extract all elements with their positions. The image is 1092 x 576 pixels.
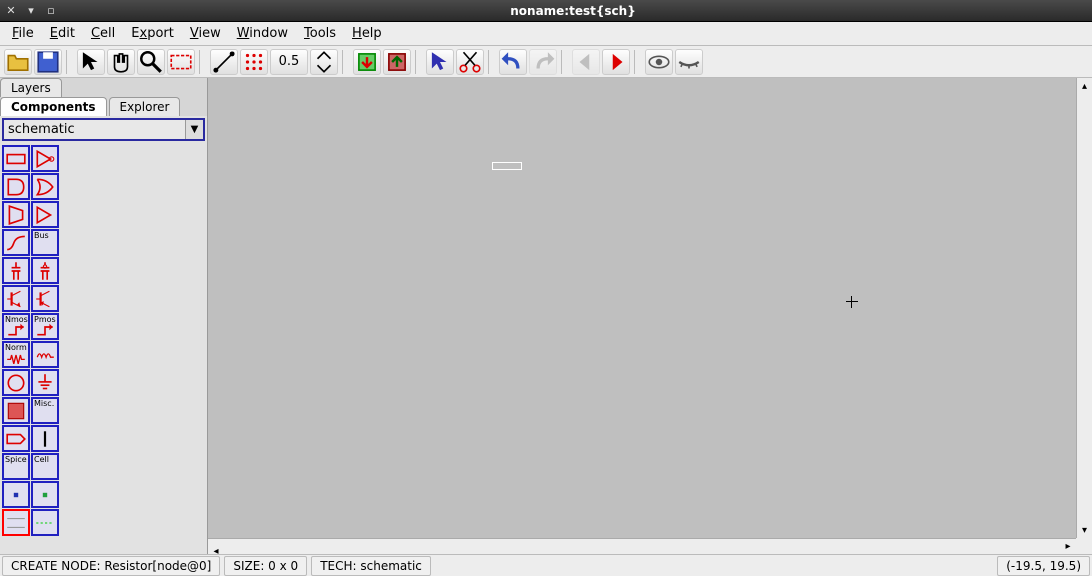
measure-tool-icon[interactable] bbox=[210, 49, 238, 75]
palette-mux[interactable] bbox=[2, 201, 30, 228]
palette-offpage[interactable] bbox=[2, 425, 30, 452]
toolbar: 0.5 bbox=[0, 46, 1092, 78]
side-panel: Layers Components Explorer ▼ Bus Nmos Pm… bbox=[0, 78, 208, 554]
horizontal-scrollbar[interactable]: ◂ ▸ bbox=[208, 538, 1076, 554]
canvas-wrap: ▴ ▾ ◂ ▸ bbox=[208, 78, 1092, 554]
menu-cell[interactable]: Cell bbox=[83, 24, 123, 43]
chevron-down-icon[interactable]: ▼ bbox=[185, 120, 203, 139]
palette-pnp[interactable] bbox=[31, 285, 59, 312]
window-close-button[interactable]: ✕ bbox=[4, 4, 18, 18]
statusbar: CREATE NODE: Resistor[node@0] SIZE: 0 x … bbox=[0, 554, 1092, 576]
cut-icon[interactable] bbox=[456, 49, 484, 75]
palette-probe[interactable] bbox=[31, 425, 59, 452]
tab-components[interactable]: Components bbox=[0, 97, 107, 116]
menu-window[interactable]: Window bbox=[229, 24, 296, 43]
palette-resistor[interactable]: Norm bbox=[2, 341, 30, 368]
hierarchy-down-icon[interactable] bbox=[353, 49, 381, 75]
tab-explorer[interactable]: Explorer bbox=[109, 97, 181, 116]
status-size: SIZE: 0 x 0 bbox=[224, 556, 307, 576]
grid-toggle-icon[interactable] bbox=[240, 49, 268, 75]
window-title: noname:test{sch} bbox=[58, 4, 1088, 18]
palette-pmos4[interactable]: Pmos bbox=[31, 313, 59, 340]
eye-closed-icon[interactable] bbox=[675, 49, 703, 75]
palette-nmos4[interactable]: Nmos bbox=[2, 313, 30, 340]
menubar: File Edit Cell Export View Window Tools … bbox=[0, 22, 1092, 46]
palette-selected-resistor[interactable] bbox=[2, 509, 30, 536]
menu-edit[interactable]: Edit bbox=[42, 24, 83, 43]
palette-pin[interactable] bbox=[2, 145, 30, 172]
scroll-corner bbox=[1076, 538, 1092, 554]
palette-source[interactable] bbox=[2, 369, 30, 396]
menu-tools[interactable]: Tools bbox=[296, 24, 344, 43]
menu-export[interactable]: Export bbox=[123, 24, 182, 43]
scroll-down-icon[interactable]: ▾ bbox=[1077, 522, 1092, 538]
forward-arrow-icon[interactable] bbox=[602, 49, 630, 75]
open-icon[interactable] bbox=[4, 49, 32, 75]
palette-npn[interactable] bbox=[2, 285, 30, 312]
palette-port[interactable] bbox=[2, 481, 30, 508]
palette-pmos[interactable] bbox=[31, 257, 59, 284]
palette-ground[interactable] bbox=[31, 369, 59, 396]
redo-icon[interactable] bbox=[529, 49, 557, 75]
save-icon[interactable] bbox=[34, 49, 62, 75]
palette-inductor[interactable] bbox=[31, 341, 59, 368]
eye-open-icon[interactable] bbox=[645, 49, 673, 75]
crosshair-cursor bbox=[846, 296, 858, 308]
technology-select-value[interactable] bbox=[4, 120, 185, 139]
component-palette: Bus Nmos Pmos Norm Misc. Spice Cell bbox=[0, 143, 207, 538]
zoom-tool-icon[interactable] bbox=[137, 49, 165, 75]
palette-cell[interactable]: Cell bbox=[31, 453, 59, 480]
scroll-left-icon[interactable]: ◂ bbox=[208, 544, 224, 559]
palette-nmos[interactable] bbox=[2, 257, 30, 284]
palette-inverter[interactable] bbox=[31, 201, 59, 228]
palette-bus[interactable]: Bus bbox=[31, 229, 59, 256]
schematic-canvas[interactable] bbox=[208, 78, 1076, 538]
back-arrow-icon[interactable] bbox=[572, 49, 600, 75]
palette-capacitor[interactable] bbox=[31, 509, 59, 536]
main-area: Layers Components Explorer ▼ Bus Nmos Pm… bbox=[0, 78, 1092, 554]
undo-icon[interactable] bbox=[499, 49, 527, 75]
palette-or[interactable] bbox=[31, 173, 59, 200]
window-maximize-button[interactable]: ▫ bbox=[44, 4, 58, 18]
palette-global[interactable] bbox=[2, 397, 30, 424]
selection-rect bbox=[492, 162, 522, 170]
zoom-step-icon[interactable] bbox=[310, 49, 338, 75]
status-tech: TECH: schematic bbox=[311, 556, 431, 576]
menu-view[interactable]: View bbox=[182, 24, 229, 43]
status-create: CREATE NODE: Resistor[node@0] bbox=[2, 556, 220, 576]
marquee-tool-icon[interactable] bbox=[167, 49, 195, 75]
tab-layers[interactable]: Layers bbox=[0, 78, 62, 97]
vertical-scrollbar[interactable]: ▴ ▾ bbox=[1076, 78, 1092, 538]
palette-and[interactable] bbox=[2, 173, 30, 200]
menu-help[interactable]: Help bbox=[344, 24, 390, 43]
scroll-right-icon[interactable]: ▸ bbox=[1060, 539, 1076, 554]
zoom-value[interactable]: 0.5 bbox=[270, 49, 308, 75]
palette-export[interactable] bbox=[31, 481, 59, 508]
palette-wire[interactable] bbox=[2, 229, 30, 256]
menu-file[interactable]: File bbox=[4, 24, 42, 43]
palette-buffer[interactable] bbox=[31, 145, 59, 172]
titlebar: ✕ ▾ ▫ noname:test{sch} bbox=[0, 0, 1092, 22]
window-minimize-button[interactable]: ▾ bbox=[24, 4, 38, 18]
select-tool-icon[interactable] bbox=[77, 49, 105, 75]
pan-tool-icon[interactable] bbox=[107, 49, 135, 75]
hierarchy-up-icon[interactable] bbox=[383, 49, 411, 75]
technology-selector[interactable]: ▼ bbox=[2, 118, 205, 141]
pointer-icon[interactable] bbox=[426, 49, 454, 75]
status-coords: (-19.5, 19.5) bbox=[997, 556, 1090, 576]
palette-spice[interactable]: Spice bbox=[2, 453, 30, 480]
palette-misc[interactable]: Misc. bbox=[31, 397, 59, 424]
scroll-up-icon[interactable]: ▴ bbox=[1077, 78, 1092, 94]
